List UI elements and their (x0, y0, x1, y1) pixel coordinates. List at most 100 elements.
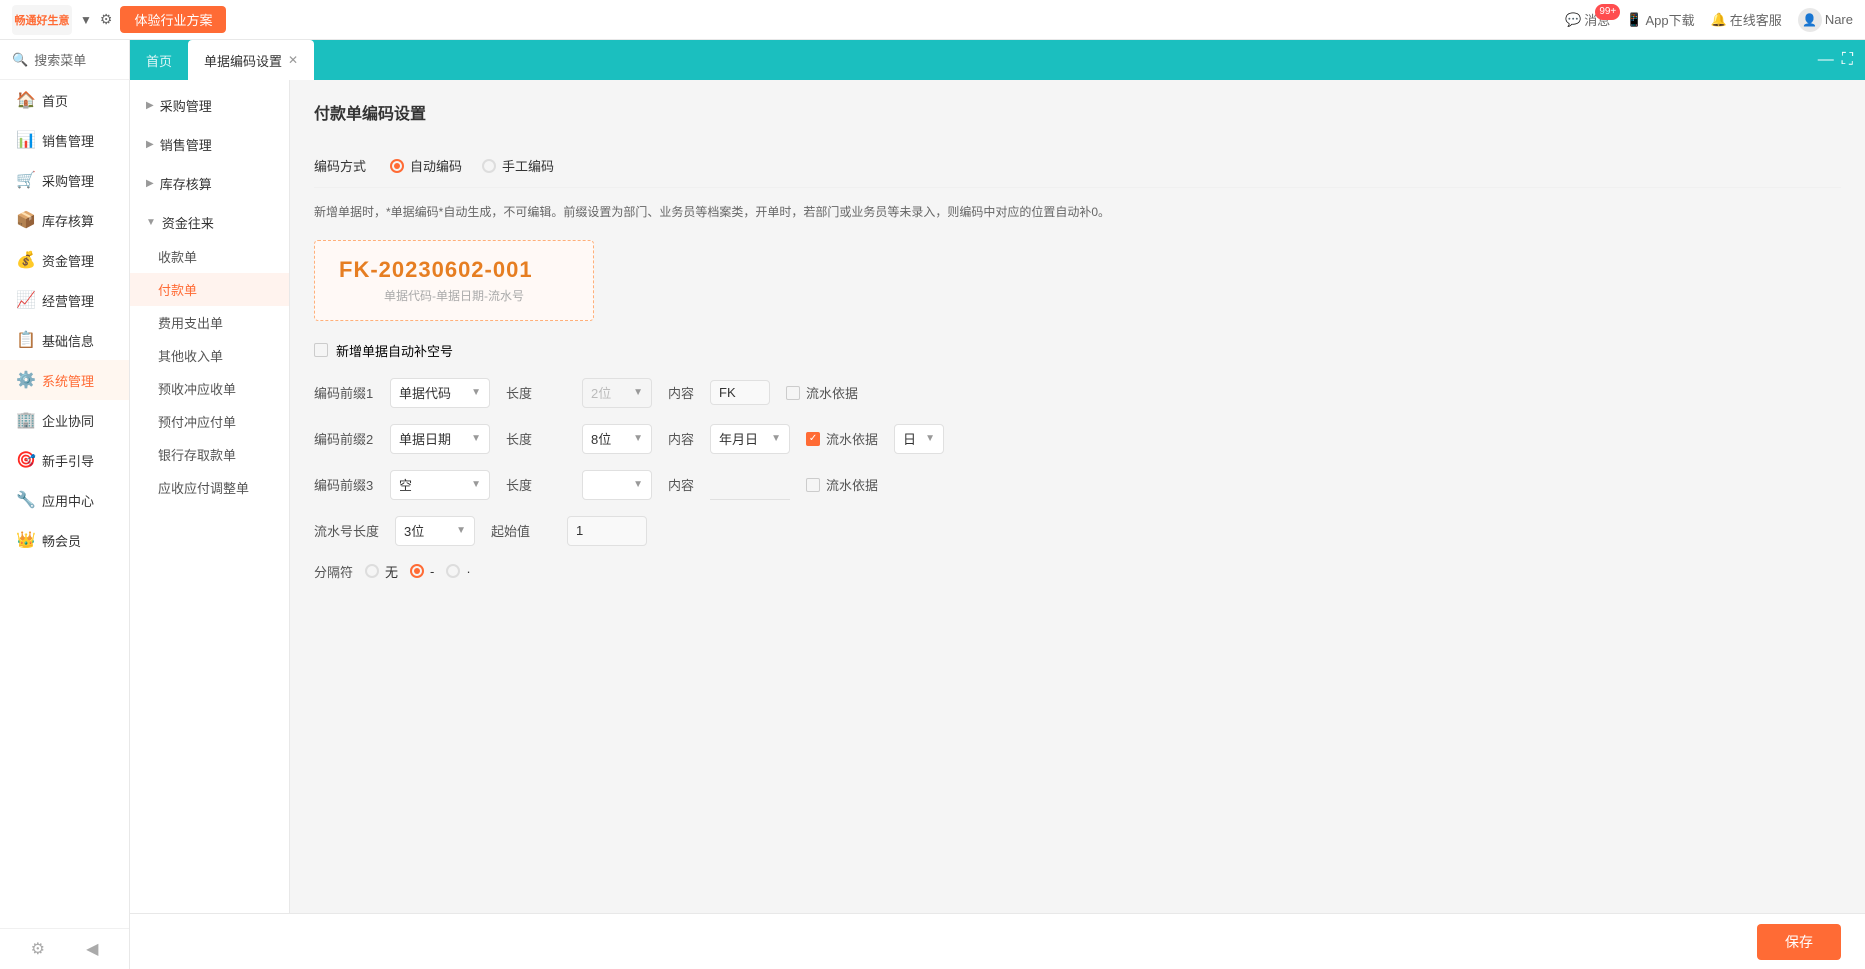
tab-bar: 首页 单据编码设置 ✕ — ⛶ (130, 40, 1865, 80)
user-avatar[interactable]: 👤 Nare (1798, 8, 1853, 32)
sub-sidebar-sales-mgmt[interactable]: ▶ 销售管理 (130, 127, 289, 162)
sep-dash-radio[interactable]: - (410, 564, 434, 579)
minimize-icon[interactable]: — (1818, 51, 1834, 69)
chevron-right-icon-2: ▶ (146, 139, 154, 150)
sidebar-item-guide[interactable]: 🎯 新手引导 (0, 440, 129, 480)
sidebar-item-system[interactable]: ⚙️ 系统管理 (0, 360, 129, 400)
prefix2-day-select[interactable]: 日 ▼ (894, 424, 944, 454)
top-bar: 畅通好生意 ▼ ⚙ 体验行业方案 💬 消息 99+ 📱 App下载 🔔 在线客服… (0, 0, 1865, 40)
prefix3-length-label: 长度 (506, 475, 566, 494)
sidebar-item-member[interactable]: 👑 畅会员 (0, 520, 129, 560)
sub-sidebar-group-sales: ▶ 销售管理 (130, 127, 289, 162)
top-bar-right: 💬 消息 99+ 📱 App下载 🔔 在线客服 👤 Nare (1565, 8, 1853, 32)
guide-icon: 🎯 (16, 450, 34, 470)
prefix1-label: 编码前缀1 (314, 383, 374, 402)
prefix1-select[interactable]: 单据代码 ▼ (390, 378, 490, 408)
prefix2-length-select[interactable]: 8位 ▼ (582, 424, 652, 454)
sub-sidebar-group-purchase: ▶ 采购管理 (130, 88, 289, 123)
online-service-btn[interactable]: 🔔 在线客服 (1711, 10, 1782, 29)
sub-sidebar-item-prepay-pay[interactable]: 预付冲应付单 (130, 405, 289, 438)
prefix2-label: 编码前缀2 (314, 429, 374, 448)
preview-box: FK-20230602-001 单据代码-单据日期-流水号 (314, 240, 594, 321)
sidebar-item-company[interactable]: 🏢 企业协同 (0, 400, 129, 440)
tab-close-icon[interactable]: ✕ (288, 53, 298, 67)
chevron-down-icon: ▼ (146, 217, 156, 228)
prefix2-content-select[interactable]: 年月日 ▼ (710, 424, 790, 454)
sidebar-item-appstore[interactable]: 🔧 应用中心 (0, 480, 129, 520)
message-btn[interactable]: 💬 消息 99+ (1565, 10, 1610, 29)
sub-sidebar-item-other-income[interactable]: 其他收入单 (130, 339, 289, 372)
prefix3-arrow-icon: ▼ (471, 479, 481, 490)
prefix3-serial-checkbox[interactable] (806, 478, 820, 492)
sidebar-item-basic[interactable]: 📋 基础信息 (0, 320, 129, 360)
appstore-icon: 🔧 (16, 490, 34, 510)
prefix1-serial-checkbox[interactable] (786, 386, 800, 400)
sidebar-item-purchase[interactable]: 🛒 采购管理 (0, 160, 129, 200)
prefix3-content-value (710, 470, 790, 500)
sep-none-radio[interactable]: 无 (365, 562, 398, 581)
serial-row: 流水号长度 3位 ▼ 起始值 (314, 516, 1841, 546)
prefix1-length-select[interactable]: 2位 ▼ (582, 378, 652, 408)
system-icon: ⚙️ (16, 370, 34, 390)
sub-sidebar-purchase-mgmt[interactable]: ▶ 采购管理 (130, 88, 289, 123)
prefix1-content-value: FK (710, 380, 770, 405)
radio-auto-code[interactable]: 自动编码 (390, 156, 462, 175)
maximize-icon[interactable]: ⛶ (1842, 51, 1853, 69)
prefix2-arrow-icon: ▼ (471, 433, 481, 444)
radio-manual-code[interactable]: 手工编码 (482, 156, 554, 175)
experience-btn[interactable]: 体验行业方案 (120, 6, 226, 33)
settings-icon[interactable]: ⚙ (100, 11, 113, 28)
sidebar-item-inventory[interactable]: 📦 库存核算 (0, 200, 129, 240)
prefix2-serial-checkbox[interactable]: ✓ (806, 432, 820, 446)
prefix3-serial-check[interactable]: 流水依据 (806, 475, 878, 494)
prefix2-serial-check[interactable]: ✓ 流水依据 (806, 429, 878, 448)
tab-home[interactable]: 首页 (130, 40, 188, 80)
sub-sidebar-item-bank[interactable]: 银行存取款单 (130, 438, 289, 471)
main-content: ▶ 采购管理 ▶ 销售管理 ▶ 库存核算 ▼ 资金往来 收款单 付款单 费用支出… (130, 80, 1865, 969)
sub-sidebar: ▶ 采购管理 ▶ 销售管理 ▶ 库存核算 ▼ 资金往来 收款单 付款单 费用支出… (130, 80, 290, 969)
sep-dot-radio[interactable]: · (446, 564, 470, 579)
company-icon: 🏢 (16, 410, 34, 430)
sidebar-item-operation[interactable]: 📈 经营管理 (0, 280, 129, 320)
separator-label: 分隔符 (314, 562, 353, 581)
sub-sidebar-fund-mgmt[interactable]: ▼ 资金往来 (130, 205, 289, 240)
prefix3-select[interactable]: 空 ▼ (390, 470, 490, 500)
sub-sidebar-inventory-calc[interactable]: ▶ 库存核算 (130, 166, 289, 201)
prefix2-length-label: 长度 (506, 429, 566, 448)
prefix1-length-label: 长度 (506, 383, 566, 402)
sidebar-item-home[interactable]: 🏠 首页 (0, 80, 129, 120)
sidebar-item-finance[interactable]: 💰 资金管理 (0, 240, 129, 280)
prefix-row-2: 编码前缀2 单据日期 ▼ 长度 8位 ▼ 内容 年月日 ▼ ✓ 流水依据 日 ▼ (314, 424, 1841, 454)
inventory-icon: 📦 (16, 210, 34, 230)
prefix2-day-arrow-icon: ▼ (925, 433, 935, 444)
sub-sidebar-item-payment[interactable]: 付款单 (130, 273, 289, 306)
message-badge: 99+ (1595, 4, 1620, 20)
start-value-input[interactable] (567, 516, 647, 546)
nav-arrow[interactable]: ▼ (80, 13, 92, 27)
prefix2-select[interactable]: 单据日期 ▼ (390, 424, 490, 454)
serial-length-select[interactable]: 3位 ▼ (395, 516, 475, 546)
sidebar-search[interactable]: 🔍 搜索菜单 (0, 40, 129, 80)
separator-row: 分隔符 无 - · (314, 562, 1841, 581)
tab-serial-settings[interactable]: 单据编码设置 ✕ (188, 40, 314, 80)
auto-fill-checkbox[interactable] (314, 343, 328, 357)
sub-sidebar-item-expense[interactable]: 费用支出单 (130, 306, 289, 339)
sep-dot-dot (446, 564, 460, 578)
app-download-btn[interactable]: 📱 App下载 (1626, 10, 1694, 29)
sidebar-settings-icon[interactable]: ⚙ (31, 939, 45, 959)
sub-sidebar-item-receipt[interactable]: 收款单 (130, 240, 289, 273)
sub-sidebar-group-fund: ▼ 资金往来 收款单 付款单 费用支出单 其他收入单 预收冲应收单 预付冲应付单… (130, 205, 289, 504)
sub-sidebar-item-prepay-recv[interactable]: 预收冲应收单 (130, 372, 289, 405)
prefix1-serial-check[interactable]: 流水依据 (786, 383, 858, 402)
sub-sidebar-item-ap-adjust[interactable]: 应收应付调整单 (130, 471, 289, 504)
sidebar-collapse-icon[interactable]: ◀ (86, 939, 98, 959)
radio-manual-dot (482, 159, 496, 173)
sidebar: 🔍 搜索菜单 🏠 首页 📊 销售管理 🛒 采购管理 📦 库存核算 💰 资金管理 … (0, 40, 130, 969)
prefix-row-1: 编码前缀1 单据代码 ▼ 长度 2位 ▼ 内容 FK 流水依据 (314, 378, 1841, 408)
prefix3-length-arrow-icon: ▼ (633, 479, 643, 490)
sidebar-item-sales[interactable]: 📊 销售管理 (0, 120, 129, 160)
save-button[interactable]: 保存 (1757, 924, 1841, 960)
prefix2-length-arrow-icon: ▼ (633, 433, 643, 444)
member-icon: 👑 (16, 530, 34, 550)
prefix3-length-select[interactable]: ▼ (582, 470, 652, 500)
